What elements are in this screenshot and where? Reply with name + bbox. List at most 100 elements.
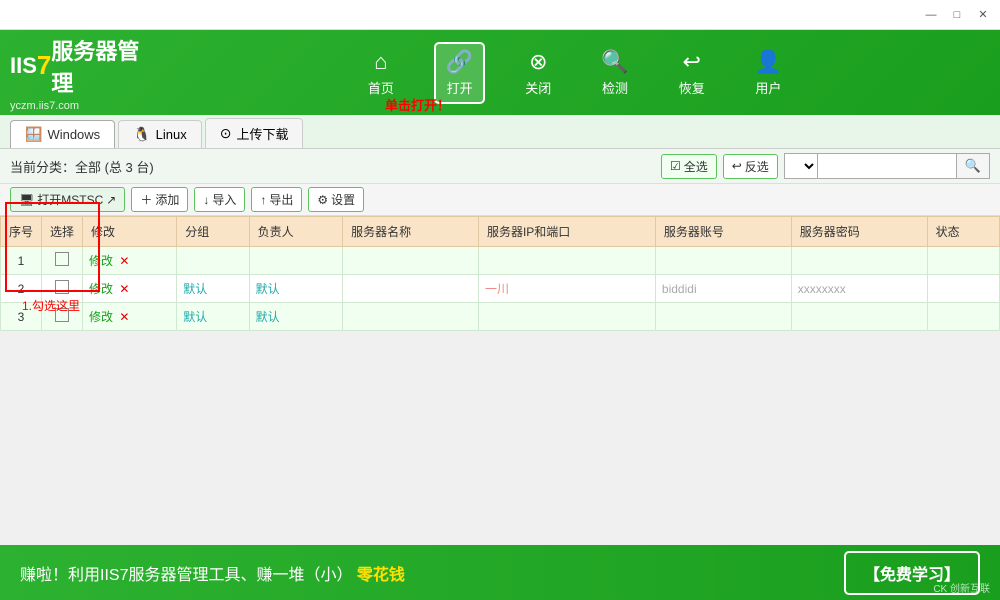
add-label: 添加 [155,191,179,208]
maximize-button[interactable]: □ [948,6,966,24]
nav-detect[interactable]: 🔍 检测 [591,44,638,102]
linux-tab-icon: 🐧 [133,126,150,143]
toolbar-right: ☑ 全选 ↩ 反选 🔍 [661,153,990,179]
row1-status [927,247,999,275]
settings-button[interactable]: ⚙ 设置 [308,187,364,212]
row3-name [343,303,479,331]
row2-group: 默认 [177,275,249,303]
table-area: 序号 选择 修改 分组 负责人 服务器名称 服务器IP和端口 服务器账号 服务器… [0,216,1000,331]
row1-edit-cell: 修改 ✕ [83,247,177,275]
logo-area: IIS7服务器管理 yczm.iis7.com [10,34,160,112]
nav-close[interactable]: ⊗ 关闭 [515,44,561,102]
detect-icon: 🔍 [601,49,628,75]
import-button[interactable]: ↓ 导入 [194,187,245,212]
mstsc-icon: 🖥 [19,193,34,207]
row2-status [927,275,999,303]
tab-windows[interactable]: 🪟 Windows [10,120,115,148]
footer-highlight-text: 零花钱 [357,567,405,584]
row3-person: 默认 [249,303,343,331]
row2-name [343,275,479,303]
search-button[interactable]: 🔍 [957,153,990,179]
col-account: 服务器账号 [655,217,791,247]
add-button[interactable]: ＋ 添加 [131,187,188,212]
deselect-button[interactable]: ↩ 反选 [723,154,778,179]
row3-delete-button[interactable]: ✕ [119,310,129,324]
deselect-label: 反选 [745,158,769,175]
row1-checkbox[interactable] [55,252,69,266]
category-info: 当前分类：全部 (总 3 台) [10,157,154,176]
row1-name [343,247,479,275]
search-box: 🔍 [784,153,990,179]
deselect-icon: ↩ [732,159,742,173]
toolbar-row: 当前分类：全部 (总 3 台) ☑ 全选 ↩ 反选 🔍 [0,149,1000,184]
footer-brand-logo: CK 创新互联 [933,580,990,595]
windows-tab-icon: 🪟 [25,126,42,143]
row3-ip [478,303,655,331]
row2-person: 默认 [249,275,343,303]
row1-password [791,247,927,275]
header: IIS7服务器管理 yczm.iis7.com ⌂ 首页 🔗 打开 ⊗ 关闭 🔍… [0,30,1000,115]
logo-title: IIS7服务器管理 [10,34,160,98]
col-ip: 服务器IP和端口 [478,217,655,247]
settings-label: 设置 [331,191,355,208]
row1-checkbox-cell[interactable] [42,247,83,275]
tab-upload[interactable]: ⊙ 上传下载 [205,118,304,148]
col-person: 负责人 [249,217,343,247]
mstsc-button[interactable]: 🖥 打开MSTSC ↗ [10,187,125,212]
tab-linux-label: Linux [156,127,187,142]
logo-subtitle: yczm.iis7.com [10,100,160,112]
open-icon: 🔗 [446,49,473,75]
tab-linux[interactable]: 🐧 Linux [118,120,202,148]
search-input[interactable] [817,153,957,179]
add-icon: ＋ [140,191,152,208]
tab-upload-label: 上传下载 [236,124,288,143]
nav-user[interactable]: 👤 用户 [745,44,792,102]
minimize-button[interactable]: — [922,6,940,24]
row3-status [927,303,999,331]
tabs-area: 🪟 Windows 🐧 Linux ⊙ 上传下载 [0,115,1000,149]
select-all-icon: ☑ [670,159,681,173]
row2-edit-button[interactable]: 修改 [89,282,113,296]
row1-delete-button[interactable]: ✕ [119,254,129,268]
action-toolbar: 🖥 打开MSTSC ↗ ＋ 添加 ↓ 导入 ↑ 导出 ⚙ 设置 [0,184,1000,216]
check-annotation: 1.勾选这里 [22,297,80,314]
row1-edit-button[interactable]: 修改 [89,254,113,268]
col-name: 服务器名称 [343,217,479,247]
nav-detect-label: 检测 [602,78,628,97]
titlebar: — □ ✕ [0,0,1000,30]
row2-delete-button[interactable]: ✕ [119,282,129,296]
row2-checkbox[interactable] [55,280,69,294]
import-label: 导入 [212,191,236,208]
row3-edit-cell: 修改 ✕ [83,303,177,331]
row1-account [655,247,791,275]
nav-home[interactable]: ⌂ 首页 [358,44,404,102]
nav-home-label: 首页 [368,78,394,97]
logo-text: 服务器管理 [51,34,160,98]
user-icon: 👤 [755,49,782,75]
nav-restore-label: 恢复 [679,78,705,97]
select-all-button[interactable]: ☑ 全选 [661,154,717,179]
search-dropdown[interactable] [784,153,817,179]
col-password: 服务器密码 [791,217,927,247]
close-button[interactable]: ✕ [974,6,992,24]
category-label: 当前分类：全部 (总 3 台) [10,157,154,176]
restore-icon: ↩ [682,49,700,75]
row2-ip: 一川 [478,275,655,303]
settings-icon: ⚙ [317,193,328,207]
home-icon: ⌂ [374,49,387,75]
export-button[interactable]: ↑ 导出 [251,187,302,212]
select-all-label: 全选 [684,158,708,175]
table-row: 3 修改 ✕ 默认 默认 [1,303,1000,331]
col-edit: 修改 [83,217,177,247]
row3-edit-button[interactable]: 修改 [89,310,113,324]
mstsc-open-icon: ↗ [106,193,116,207]
row3-account [655,303,791,331]
row2-edit-cell: 修改 ✕ [83,275,177,303]
nav-user-label: 用户 [755,78,781,97]
nav-restore[interactable]: ↩ 恢复 [669,44,715,102]
nav-area: ⌂ 首页 🔗 打开 ⊗ 关闭 🔍 检测 ↩ 恢复 👤 用户 [160,42,990,104]
tab-windows-label: Windows [47,127,100,142]
table-row: 1 修改 ✕ [1,247,1000,275]
footer-text: 赚啦！利用IIS7服务器管理工具、赚一堆（小） 零花钱 [20,561,405,585]
row3-password [791,303,927,331]
